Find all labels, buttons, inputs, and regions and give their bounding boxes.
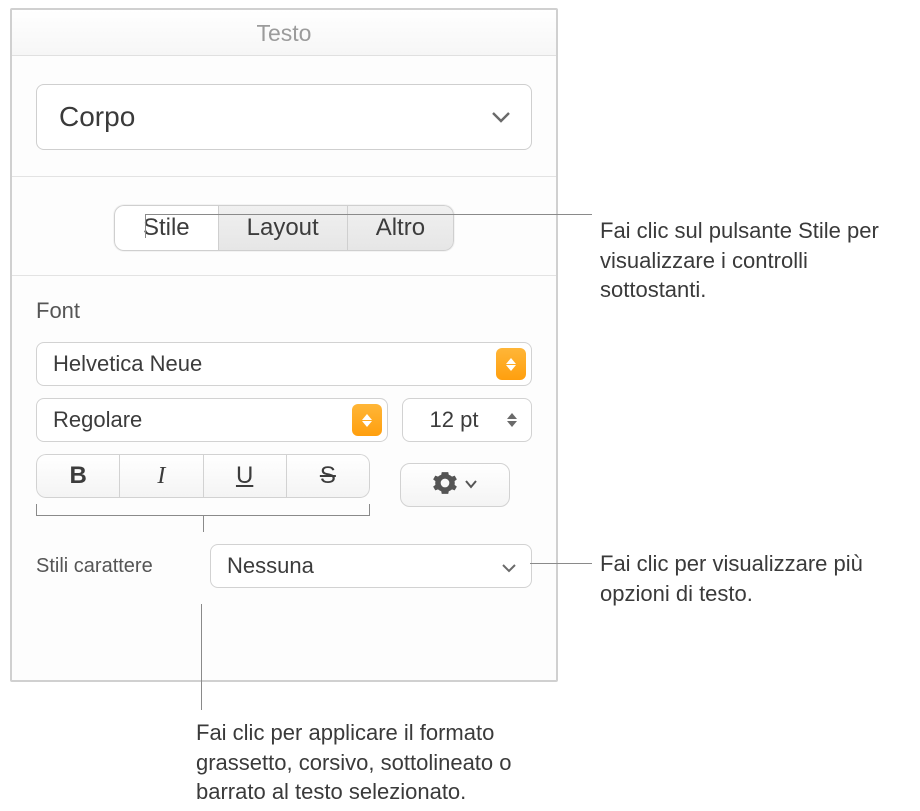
font-style-select[interactable]: Regolare xyxy=(36,398,388,442)
callout-bius-text: Fai clic per applicare il formato grasse… xyxy=(196,718,566,807)
tab-stile-label: Stile xyxy=(143,214,190,242)
italic-glyph: I xyxy=(157,463,165,490)
tab-layout[interactable]: Layout xyxy=(219,205,348,251)
text-style-group: B I U S xyxy=(36,454,370,498)
font-family-select[interactable]: Helvetica Neue xyxy=(36,342,532,386)
paragraph-style-row: Corpo xyxy=(12,56,556,177)
font-section-label: Font xyxy=(36,298,532,324)
underline-glyph: U xyxy=(236,462,253,490)
tabs-segmented: Stile Layout Altro xyxy=(114,205,454,251)
bius-callout-bracket xyxy=(36,502,370,516)
callout-stile-hline xyxy=(145,214,592,215)
character-styles-value: Nessuna xyxy=(227,553,314,579)
tabs-row: Stile Layout Altro xyxy=(12,177,556,276)
character-styles-select[interactable]: Nessuna xyxy=(210,544,532,588)
callout-stile-vline xyxy=(145,214,146,238)
tab-stile[interactable]: Stile xyxy=(114,205,219,251)
font-section: Font Helvetica Neue Regolare 12 pt xyxy=(12,276,556,588)
tab-layout-label: Layout xyxy=(247,214,319,242)
advanced-options-button[interactable] xyxy=(400,463,510,507)
callout-gear-text: Fai clic per visualizzare più opzioni di… xyxy=(600,549,910,608)
strike-glyph: S xyxy=(320,462,336,490)
callout-bius-vline xyxy=(201,604,202,710)
font-size-stepper-icon[interactable] xyxy=(507,403,525,437)
font-family-stepper-icon xyxy=(496,348,526,380)
bold-glyph: B xyxy=(69,462,86,490)
callout-stile-text: Fai clic sul pulsante Stile per visualiz… xyxy=(600,216,910,305)
underline-button[interactable]: U xyxy=(204,454,287,498)
paragraph-style-select[interactable]: Corpo xyxy=(36,84,532,150)
strikethrough-button[interactable]: S xyxy=(287,454,370,498)
bold-button[interactable]: B xyxy=(36,454,120,498)
chevron-down-icon xyxy=(464,476,478,494)
paragraph-style-value: Corpo xyxy=(59,101,135,133)
gear-icon xyxy=(432,470,458,501)
font-style-value: Regolare xyxy=(53,407,142,433)
tab-altro-label: Altro xyxy=(376,214,425,242)
font-style-stepper-icon xyxy=(352,404,382,436)
font-size-value: 12 pt xyxy=(430,407,479,433)
tab-altro[interactable]: Altro xyxy=(348,205,454,251)
chevron-down-icon xyxy=(501,553,517,579)
panel-title: Testo xyxy=(12,10,556,56)
character-styles-label: Stili carattere xyxy=(36,555,196,578)
callout-gear-hline xyxy=(530,563,592,564)
text-format-panel: Testo Corpo Stile Layout Altro Font Helv… xyxy=(10,8,558,682)
font-family-value: Helvetica Neue xyxy=(53,351,202,377)
font-size-field[interactable]: 12 pt xyxy=(402,398,532,442)
italic-button[interactable]: I xyxy=(120,454,203,498)
chevron-down-icon xyxy=(491,111,511,123)
